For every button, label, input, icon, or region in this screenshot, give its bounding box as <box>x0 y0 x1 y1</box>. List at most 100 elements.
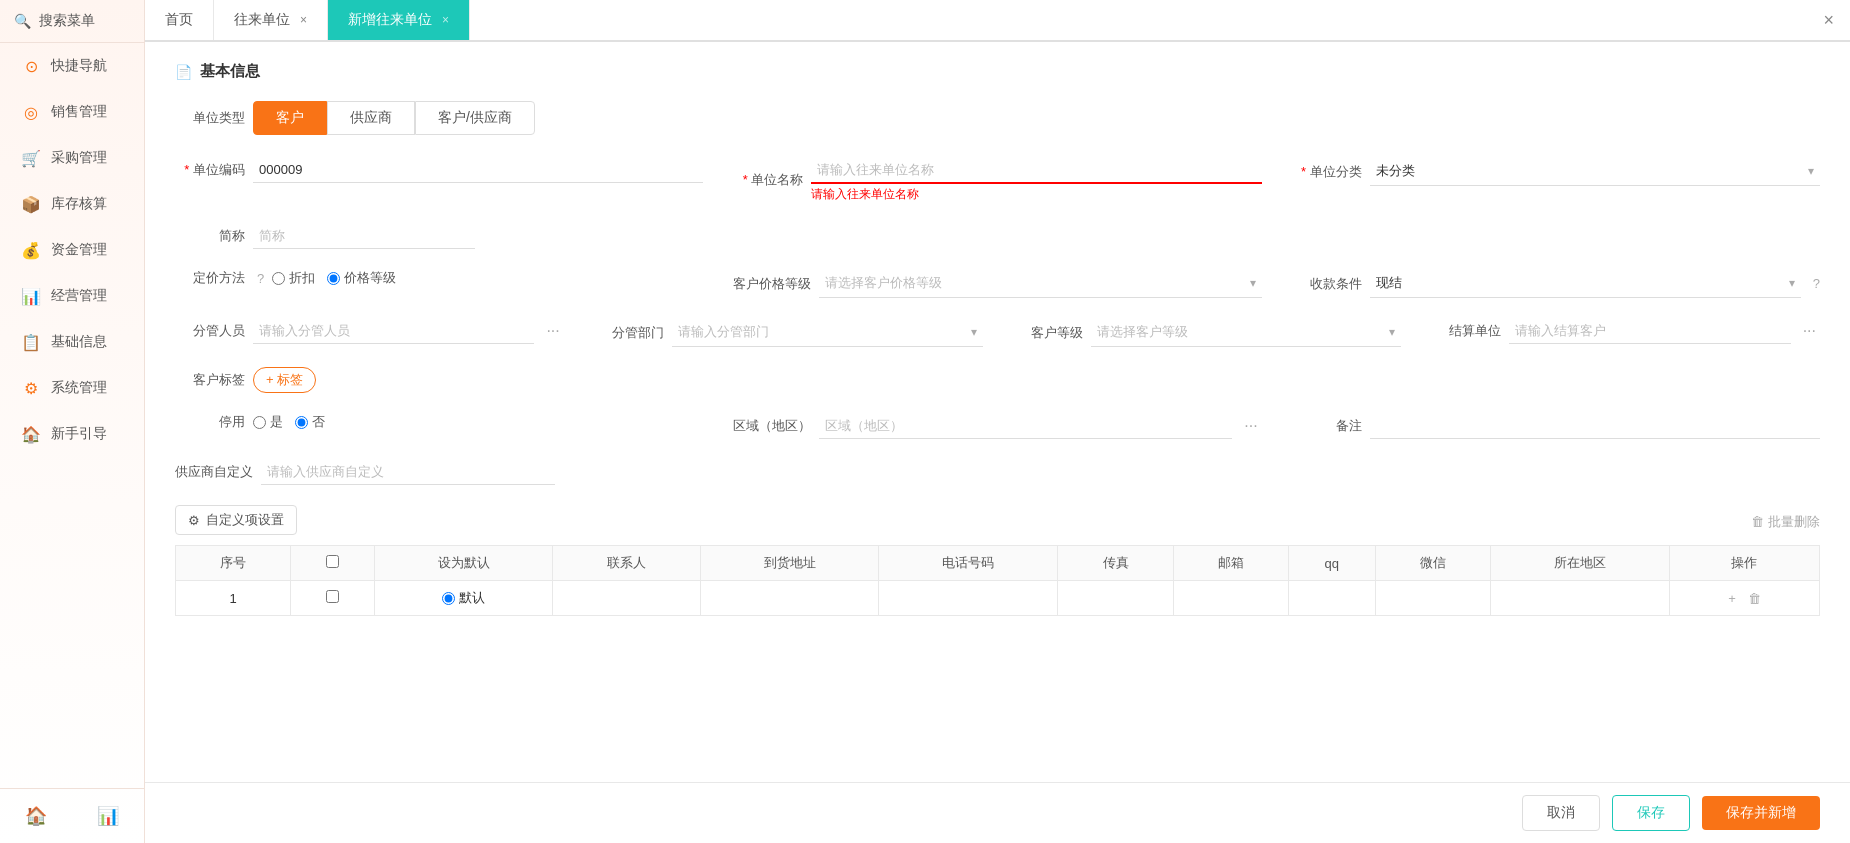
unit-code-input[interactable] <box>253 157 703 183</box>
purchase-icon: 🛒 <box>21 148 41 168</box>
type-btn-supplier[interactable]: 供应商 <box>327 101 415 135</box>
home-icon: 🏠 <box>25 805 47 827</box>
row-add-btn[interactable]: + <box>1728 591 1736 606</box>
manager-more-btn[interactable]: ··· <box>542 322 563 340</box>
sidebar-bottom-home[interactable]: 🏠 <box>0 797 72 835</box>
disabled-radio-group: 是 否 <box>253 413 325 431</box>
tab-partner-list-close[interactable]: × <box>300 13 307 27</box>
row-supplier-custom: 供应商自定义 <box>175 459 1820 485</box>
customer-price-level-chevron: ▾ <box>1250 276 1256 290</box>
sidebar-item-finance[interactable]: 💰 资金管理 <box>0 227 144 273</box>
search-icon: 🔍 <box>14 13 31 29</box>
manager-input[interactable] <box>253 318 534 344</box>
sidebar: 🔍 搜索菜单 ⊙ 快捷导航 ◎ 销售管理 🛒 采购管理 📦 库存核算 💰 资金管… <box>0 0 145 843</box>
col-action: 操作 <box>1669 546 1819 581</box>
disabled-no-radio[interactable] <box>295 416 308 429</box>
tab-bar: 首页 往来单位 × 新增往来单位 × × <box>145 0 1850 42</box>
row-phone <box>879 581 1058 616</box>
col-phone: 电话号码 <box>879 546 1058 581</box>
customer-level-label: 客户等级 <box>1013 324 1083 342</box>
window-close-button[interactable]: × <box>1807 10 1850 31</box>
save-button[interactable]: 保存 <box>1612 795 1690 831</box>
guide-icon: 🏠 <box>21 424 41 444</box>
type-btn-customer[interactable]: 客户 <box>253 101 327 135</box>
unit-name-error: 请输入往来单位名称 <box>811 186 1261 203</box>
pricing-question-icon[interactable]: ? <box>257 271 264 286</box>
disabled-no[interactable]: 否 <box>295 413 325 431</box>
remark-input[interactable] <box>1370 413 1820 439</box>
tab-new-partner-close[interactable]: × <box>442 13 449 27</box>
sidebar-search[interactable]: 🔍 搜索菜单 <box>0 0 144 43</box>
payment-terms-field: 收款条件 现结 ▾ ? <box>1292 269 1820 298</box>
add-tag-button[interactable]: + 标签 <box>253 367 316 393</box>
sidebar-item-guide[interactable]: 🏠 新手引导 <box>0 411 144 457</box>
table-row: 1 默认 <box>176 581 1820 616</box>
col-check <box>291 546 374 581</box>
unit-category-value: 未分类 <box>1376 162 1415 180</box>
abbr-input[interactable] <box>253 223 475 249</box>
tab-home-label: 首页 <box>165 11 193 29</box>
type-btn-both[interactable]: 客户/供应商 <box>415 101 535 135</box>
sidebar-item-label: 系统管理 <box>51 379 107 397</box>
payment-terms-select[interactable]: 现结 ▾ <box>1370 269 1801 298</box>
save-new-button[interactable]: 保存并新增 <box>1702 796 1820 830</box>
disabled-yes-radio[interactable] <box>253 416 266 429</box>
pricing-radio-group: 折扣 价格等级 <box>272 269 396 287</box>
unit-category-select[interactable]: 未分类 ▾ <box>1370 157 1820 186</box>
pricing-level-radio[interactable] <box>327 272 340 285</box>
sidebar-item-quick-nav[interactable]: ⊙ 快捷导航 <box>0 43 144 89</box>
settlement-more-btn[interactable]: ··· <box>1799 322 1820 340</box>
settlement-unit-input[interactable] <box>1509 318 1790 344</box>
row-check <box>291 581 374 616</box>
dept-select[interactable]: 请输入分管部门 ▾ <box>672 318 983 347</box>
payment-question-icon[interactable]: ? <box>1813 276 1820 291</box>
region-input[interactable] <box>819 413 1232 439</box>
sidebar-search-label: 搜索菜单 <box>39 12 95 30</box>
sidebar-item-operations[interactable]: 📊 经营管理 <box>0 273 144 319</box>
sidebar-item-label: 库存核算 <box>51 195 107 213</box>
row-delete-btn[interactable]: 🗑 <box>1748 591 1761 606</box>
settings-icon: ⚙ <box>188 513 200 528</box>
abbr-label: 简称 <box>175 227 245 245</box>
cancel-button[interactable]: 取消 <box>1522 795 1600 831</box>
sidebar-item-system[interactable]: ⚙ 系统管理 <box>0 365 144 411</box>
unit-name-input[interactable] <box>811 157 1261 184</box>
region-more-btn[interactable]: ··· <box>1240 417 1261 435</box>
sidebar-item-label: 资金管理 <box>51 241 107 259</box>
tab-new-partner[interactable]: 新增往来单位 × <box>328 0 470 40</box>
sidebar-bottom-stats[interactable]: 📊 <box>72 797 144 835</box>
customer-price-level-select[interactable]: 请选择客户价格等级 ▾ <box>819 269 1261 298</box>
batch-delete-btn[interactable]: 🗑 批量删除 <box>1751 513 1820 531</box>
sidebar-item-purchase[interactable]: 🛒 采购管理 <box>0 135 144 181</box>
tab-home[interactable]: 首页 <box>145 0 214 40</box>
row-contact <box>553 581 700 616</box>
row-region <box>1490 581 1669 616</box>
row-manager: 分管人员 ··· 分管部门 请输入分管部门 ▾ 客户等级 请选择客户等级 ▾ 结… <box>175 318 1820 347</box>
customer-level-select[interactable]: 请选择客户等级 ▾ <box>1091 318 1402 347</box>
stats-icon: 📊 <box>97 805 119 827</box>
sidebar-item-label: 基础信息 <box>51 333 107 351</box>
inventory-icon: 📦 <box>21 194 41 214</box>
basic-icon: 📋 <box>21 332 41 352</box>
dept-chevron: ▾ <box>971 325 977 339</box>
remark-label: 备注 <box>1292 417 1362 435</box>
system-icon: ⚙ <box>21 378 41 398</box>
tab-partner-list[interactable]: 往来单位 × <box>214 0 328 40</box>
pricing-discount[interactable]: 折扣 <box>272 269 315 287</box>
pricing-discount-radio[interactable] <box>272 272 285 285</box>
unit-name-field: 单位名称 请输入往来单位名称 <box>733 157 1261 203</box>
supplier-custom-input[interactable] <box>261 459 555 485</box>
disabled-yes[interactable]: 是 <box>253 413 283 431</box>
sidebar-item-basic[interactable]: 📋 基础信息 <box>0 319 144 365</box>
row-checkbox[interactable] <box>326 590 339 603</box>
select-all-checkbox[interactable] <box>326 555 339 568</box>
pricing-level[interactable]: 价格等级 <box>327 269 396 287</box>
dept-label: 分管部门 <box>594 324 664 342</box>
region-label: 区域（地区） <box>733 417 811 435</box>
row-code-name-cat: 单位编码 单位名称 请输入往来单位名称 单位分类 未分类 ▾ <box>175 157 1820 203</box>
row-default-radio[interactable] <box>442 592 455 605</box>
sidebar-item-sales[interactable]: ◎ 销售管理 <box>0 89 144 135</box>
sidebar-item-inventory[interactable]: 📦 库存核算 <box>0 181 144 227</box>
custom-settings-button[interactable]: ⚙ 自定义项设置 <box>175 505 297 535</box>
row-default: 默认 <box>374 581 553 616</box>
